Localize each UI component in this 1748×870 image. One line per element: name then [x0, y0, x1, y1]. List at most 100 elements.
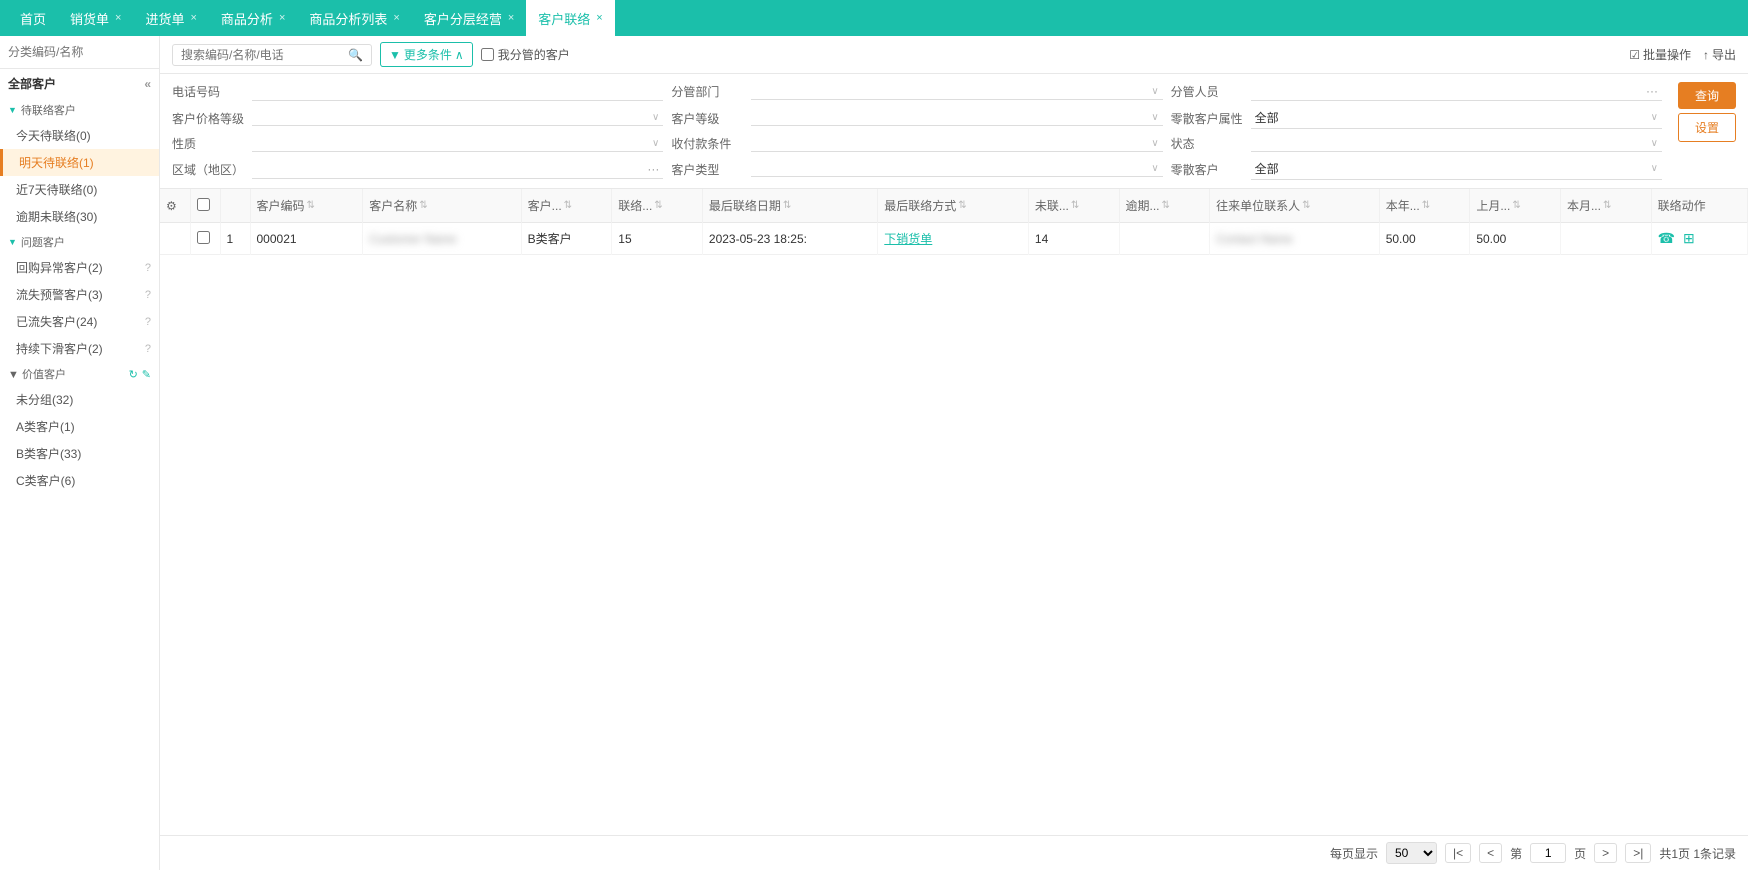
col-gear[interactable]: ⚙	[160, 189, 190, 223]
toolbar-search-icon[interactable]: 🔍	[348, 48, 363, 62]
sidebar-item-label: 持续下滑客户(2)	[16, 340, 103, 357]
filter-scatter-customer-arrow-icon: ∨	[1651, 163, 1658, 174]
nav-close-icon[interactable]: ×	[393, 12, 399, 24]
filter-buttons: 查询 设置	[1678, 82, 1736, 180]
my-customers-checkbox[interactable]	[481, 48, 494, 61]
filter-region-select[interactable]: ···	[252, 160, 663, 179]
col-last-contact-method[interactable]: 最后联络方式 ⇅	[878, 189, 1029, 223]
col-unit-contact[interactable]: 往来单位联系人 ⇅	[1210, 189, 1380, 223]
setting-button[interactable]: 设置	[1678, 113, 1736, 142]
filter-scatter-attr-select[interactable]: 全部 ∨	[1251, 107, 1662, 129]
filter-status-select[interactable]: ∨	[1251, 136, 1662, 152]
sidebar-item[interactable]: A类客户(1)	[0, 413, 159, 440]
col-customer-type[interactable]: 客户... ⇅	[521, 189, 612, 223]
sidebar-item[interactable]: C类客户(6)	[0, 467, 159, 494]
row-not-contacted: 14	[1028, 223, 1119, 255]
filter-payment-select[interactable]: ∨	[751, 136, 1162, 152]
sidebar-group-待联络客户[interactable]: 待联络客户	[0, 98, 159, 122]
filter-manager: 分管人员 ···	[1171, 82, 1662, 101]
col-customer-code[interactable]: 客户编码 ⇅	[250, 189, 363, 223]
col-contact[interactable]: 联络... ⇅	[612, 189, 703, 223]
next-page-button[interactable]: >	[1594, 843, 1617, 863]
filter-dept-select[interactable]: ∨	[751, 84, 1162, 100]
sidebar-item[interactable]: B类客户(33)	[0, 440, 159, 467]
sidebar-group-问题客户[interactable]: 问题客户	[0, 230, 159, 254]
sidebar-item[interactable]: 明天待联络(1)	[0, 149, 159, 176]
filter-scatter-attr-value: 全部	[1255, 109, 1279, 126]
sidebar-item[interactable]: 逾期未联络(30)	[0, 203, 159, 230]
sidebar-item[interactable]: 未分组(32)	[0, 386, 159, 413]
col-overdue[interactable]: 逾期... ⇅	[1119, 189, 1210, 223]
nav-close-icon[interactable]: ×	[508, 12, 514, 24]
nav-item-商品分析[interactable]: 商品分析×	[209, 0, 297, 36]
filter-customer-type-label: 客户类型	[671, 161, 751, 178]
batch-operation-button[interactable]: ☑ 批量操作	[1629, 46, 1691, 63]
nav-close-icon[interactable]: ×	[115, 12, 121, 24]
current-page-input[interactable]	[1530, 843, 1566, 863]
export-button[interactable]: ↑ 导出	[1703, 46, 1736, 63]
sidebar-item-help-icon[interactable]: ?	[145, 316, 151, 328]
nav-item-客户分层经营[interactable]: 客户分层经营×	[412, 0, 526, 36]
nav-item-销货单[interactable]: 销货单×	[58, 0, 133, 36]
per-page-select[interactable]: 50 100 200	[1386, 842, 1437, 864]
filter-manager-select[interactable]: ···	[1251, 82, 1662, 101]
sidebar-item-help-icon[interactable]: ?	[145, 289, 151, 301]
table-gear-icon[interactable]: ⚙	[166, 199, 177, 213]
col-customer-name[interactable]: 客户名称 ⇅	[363, 189, 521, 223]
col-this-year-label: 本年...	[1386, 197, 1420, 214]
my-customers-checkbox-label[interactable]: 我分管的客户	[481, 46, 570, 63]
col-last-month[interactable]: 上月... ⇅	[1470, 189, 1561, 223]
filter-manager-more-icon[interactable]: ···	[1646, 84, 1658, 98]
filter-price-level-arrow-icon: ∨	[652, 112, 659, 123]
nav-item-进货单[interactable]: 进货单×	[133, 0, 208, 36]
filter-scatter-attr-label: 零散客户属性	[1171, 110, 1251, 127]
filter-scatter-attr-arrow-icon: ∨	[1651, 112, 1658, 123]
sidebar-item[interactable]: 流失预警客户(3)?	[0, 281, 159, 308]
row-checkbox[interactable]	[197, 231, 210, 244]
filter-customer-type-select[interactable]: ∨	[751, 161, 1162, 177]
col-this-month[interactable]: 本月... ⇅	[1560, 189, 1651, 223]
filter-nature-select[interactable]: ∨	[252, 136, 663, 152]
first-page-button[interactable]: |<	[1445, 843, 1471, 863]
sidebar-item[interactable]: 已流失客户(24)?	[0, 308, 159, 335]
row-action-more-icon[interactable]: ⊞	[1683, 230, 1695, 247]
last-page-button[interactable]: >|	[1625, 843, 1651, 863]
filter-scatter-customer-select[interactable]: 全部 ∨	[1251, 158, 1662, 180]
sidebar-item-help-icon[interactable]: ?	[145, 343, 151, 355]
filter-region-more-icon[interactable]: ···	[647, 162, 659, 176]
sidebar-item[interactable]: 今天待联络(0)	[0, 122, 159, 149]
more-filter-button[interactable]: ▼ 更多条件 ∧	[380, 42, 473, 67]
nav-item-商品分析列表[interactable]: 商品分析列表×	[297, 0, 411, 36]
nav-item-首页[interactable]: 首页	[8, 0, 58, 36]
filter-phone-input[interactable]	[252, 82, 663, 101]
query-button[interactable]: 查询	[1678, 82, 1736, 109]
sidebar-group-refresh-icon[interactable]: ↻	[129, 368, 138, 381]
sidebar-group-edit-icon[interactable]: ✎	[142, 368, 151, 381]
nav-close-icon[interactable]: ×	[190, 12, 196, 24]
row-last-contact-method[interactable]: 下销货单	[878, 223, 1029, 255]
filter-scatter-attr: 零散客户属性 全部 ∨	[1171, 107, 1662, 129]
col-not-contacted[interactable]: 未联... ⇅	[1028, 189, 1119, 223]
nav-close-icon[interactable]: ×	[596, 12, 602, 24]
sidebar-item[interactable]: 回购异常客户(2)?	[0, 254, 159, 281]
sidebar-item[interactable]: 近7天待联络(0)	[0, 176, 159, 203]
sidebar-item-help-icon[interactable]: ?	[145, 262, 151, 274]
sidebar-search-input[interactable]	[8, 45, 160, 59]
filter-price-level-select[interactable]: ∨	[252, 110, 663, 126]
nav-item-客户联络[interactable]: 客户联络×	[526, 0, 614, 36]
row-customer-name: Customer Name	[363, 223, 521, 255]
filter-status-arrow-icon: ∨	[1651, 138, 1658, 149]
prev-page-button[interactable]: <	[1479, 843, 1502, 863]
sidebar-item[interactable]: 持续下滑客户(2)?	[0, 335, 159, 362]
sidebar-item-label: 流失预警客户(3)	[16, 286, 103, 303]
toolbar-search-input[interactable]	[181, 48, 348, 62]
col-last-contact-date[interactable]: 最后联络日期 ⇅	[702, 189, 877, 223]
nav-close-icon[interactable]: ×	[279, 12, 285, 24]
sidebar-all-customers[interactable]: 全部客户 «	[0, 69, 159, 98]
filter-dept: 分管部门 ∨	[671, 83, 1162, 100]
row-action-phone-icon[interactable]: ☎	[1658, 230, 1675, 247]
col-this-year[interactable]: 本年... ⇅	[1379, 189, 1470, 223]
table-select-all-checkbox[interactable]	[197, 198, 210, 211]
filter-customer-level-select[interactable]: ∨	[751, 110, 1162, 126]
sidebar-groups: 待联络客户今天待联络(0)明天待联络(1)近7天待联络(0)逾期未联络(30)问…	[0, 98, 159, 494]
